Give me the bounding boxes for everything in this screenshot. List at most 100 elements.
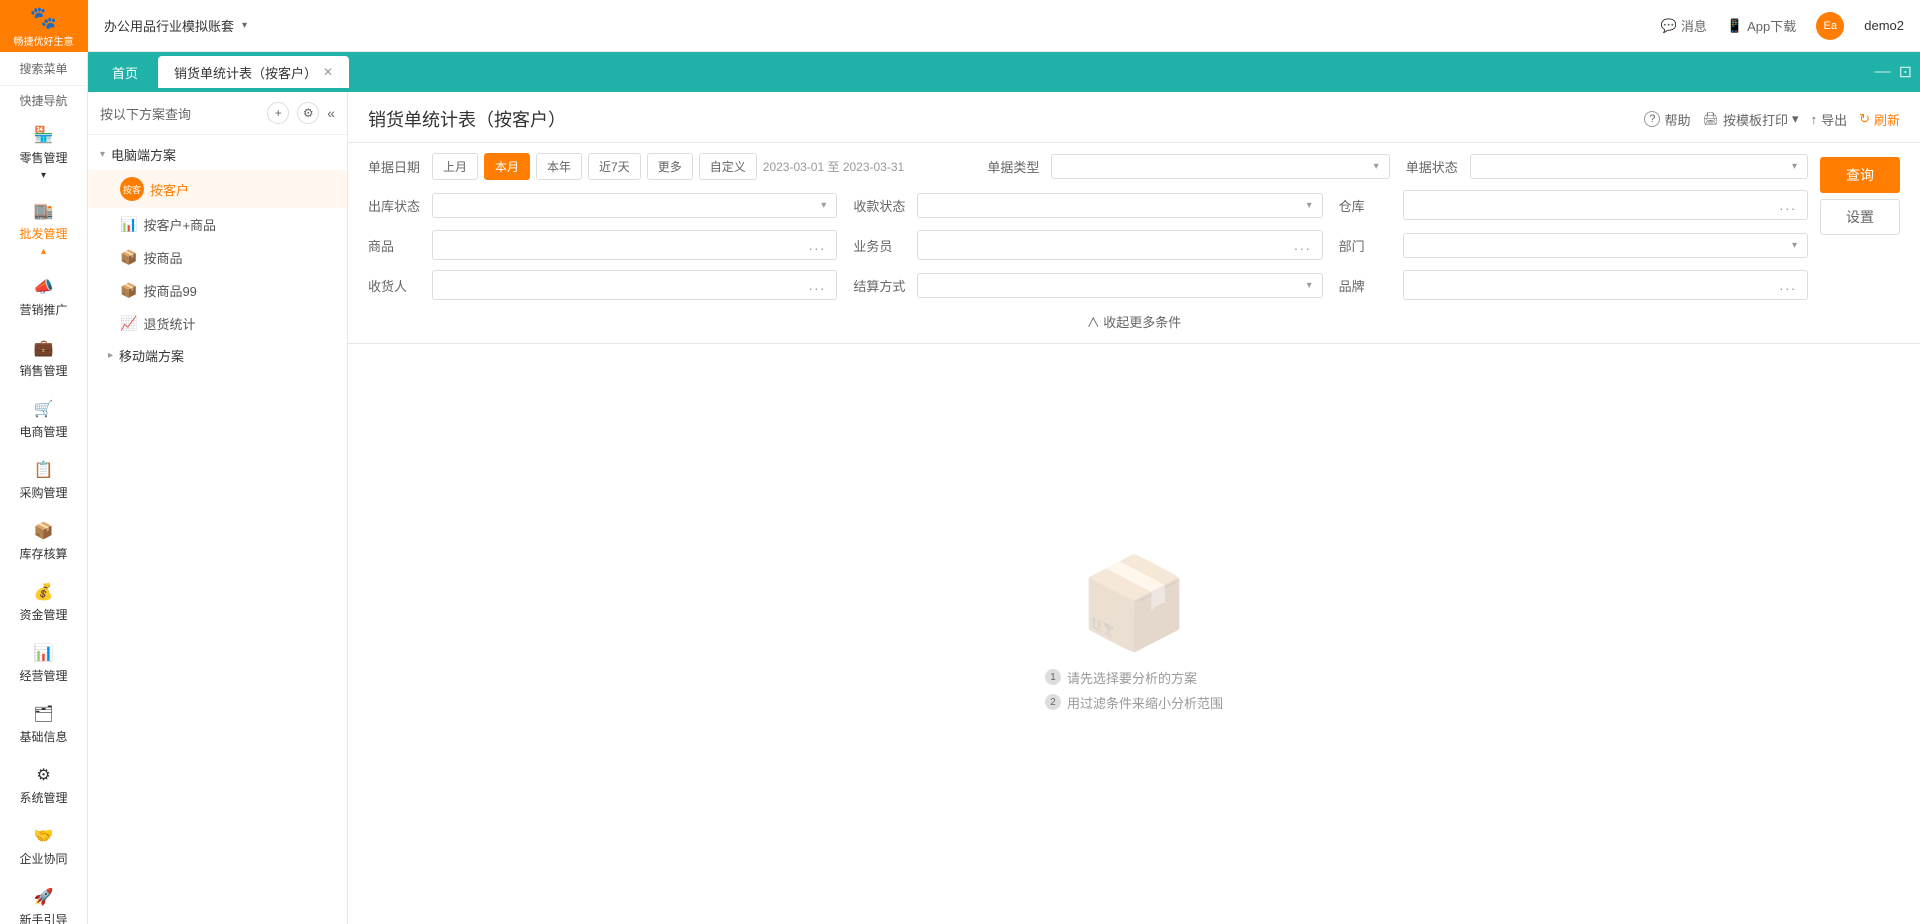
filter-row-2: 出库状态 ▾ 收款状态 ▾ — [368, 190, 1808, 220]
header-dropdown-arrow[interactable]: ▾ — [242, 20, 247, 31]
sidebar-item-purchase[interactable]: 📋 采购管理 — [0, 450, 88, 511]
retail-arrow: ▾ — [41, 170, 46, 181]
more-btn[interactable]: 更多 — [647, 153, 693, 180]
sidebar-item-wholesale[interactable]: 🏬 批发管理 ▴ — [0, 191, 88, 267]
left-panel: 按以下方案查询 + ⚙ « ▾ 电脑端方案 按客按客户 📊 按客户+商品 — [88, 92, 348, 924]
sidebar-item-finance[interactable]: 💰 资金管理 — [0, 572, 88, 633]
receiver-field: 收货人 ... — [368, 270, 837, 300]
sidebar-logo[interactable]: 🐾 畅捷优好生意 — [0, 0, 88, 52]
outbound-select[interactable]: ▾ — [432, 193, 837, 218]
tab-bar: 首页 销货单统计表（按客户） ✕ — ⊡ — [88, 52, 1920, 92]
warehouse-input[interactable]: ... — [1403, 190, 1808, 220]
operation-icon: 📊 — [34, 643, 54, 663]
tree-item-by-product[interactable]: 📦 按商品 — [88, 241, 347, 274]
help-label: 帮助 — [1664, 110, 1690, 129]
tree-item-return-stats-label: 退货统计 — [143, 314, 195, 333]
filter-row-3: 商品 ... 业务员 ... — [368, 230, 1808, 260]
doc-type-label: 单据类型 — [987, 157, 1043, 176]
marketing-icon: 📣 — [34, 277, 54, 297]
doc-status-select[interactable]: ▾ — [1470, 154, 1808, 179]
receipt-status-arrow: ▾ — [1307, 200, 1312, 211]
salesperson-field: 业务员 ... — [853, 230, 1322, 260]
app-title: 办公用品行业模拟账套 — [104, 16, 234, 35]
help-icon: ? — [1644, 111, 1660, 127]
sidebar-item-sales[interactable]: 💼 销售管理 — [0, 328, 88, 389]
last-month-btn[interactable]: 上月 — [432, 153, 478, 180]
sidebar-search[interactable]: 搜索菜单 — [0, 52, 88, 86]
right-panel: 销货单统计表（按客户） ? 帮助 🖨 按模板打印 ▾ ↑ 导出 — [348, 92, 1920, 924]
sidebar-item-inventory[interactable]: 📦 库存核算 — [0, 511, 88, 572]
sidebar-item-enterprise[interactable]: 🤝 企业协同 — [0, 816, 88, 877]
tab-home-label: 首页 — [112, 63, 138, 82]
minimize-btn[interactable]: — — [1875, 63, 1891, 81]
sidebar-nav[interactable]: 快捷导航 — [0, 86, 88, 115]
salesperson-label: 业务员 — [853, 236, 909, 255]
warehouse-field: 仓库 ... — [1339, 190, 1808, 220]
tree-group-mobile[interactable]: ▸ 移动端方案 — [88, 340, 347, 371]
query-button[interactable]: 查询 — [1820, 157, 1900, 193]
sidebar-item-system[interactable]: ⚙ 系统管理 — [0, 755, 88, 816]
doc-type-select[interactable]: ▾ — [1051, 154, 1389, 179]
receipt-status-field: 收款状态 ▾ — [853, 193, 1322, 218]
tree-group-mobile-label: 移动端方案 — [119, 346, 184, 365]
print-arrow: ▾ — [1792, 111, 1799, 127]
sidebar-item-basic[interactable]: 🗂 基础信息 — [0, 694, 88, 755]
collapse-more-btn[interactable]: ∧ 收起更多条件 — [1075, 308, 1194, 335]
return-stats-icon: 📈 — [120, 315, 137, 332]
tree-item-by-customer-product[interactable]: 📊 按客户+商品 — [88, 208, 347, 241]
empty-steps: 1 请先选择要分析的方案 2 用过滤条件来缩小分析范围 — [1045, 668, 1223, 718]
this-month-btn[interactable]: 本月 — [484, 153, 530, 180]
settlement-select[interactable]: ▾ — [917, 273, 1322, 298]
brand-input[interactable]: ... — [1403, 270, 1808, 300]
dept-label: 部门 — [1339, 236, 1395, 255]
tab-home[interactable]: 首页 — [96, 56, 154, 88]
last-7-btn[interactable]: 近7天 — [588, 153, 641, 180]
print-btn[interactable]: 🖨 按模板打印 ▾ — [1703, 110, 1799, 129]
content-area: 按以下方案查询 + ⚙ « ▾ 电脑端方案 按客按客户 📊 按客户+商品 — [88, 92, 1920, 924]
newbie-icon: 🚀 — [34, 887, 54, 907]
customer-product-icon: 📊 — [120, 216, 137, 233]
tree-group-mobile-arrow: ▸ — [108, 350, 113, 361]
add-scheme-btn[interactable]: + — [267, 102, 289, 124]
left-panel-actions: + ⚙ « — [267, 102, 335, 124]
close-tab-icon[interactable]: ✕ — [323, 65, 333, 79]
user-avatar[interactable]: Ea — [1816, 12, 1844, 40]
wholesale-icon: 🏬 — [34, 201, 54, 221]
tree-item-by-customer[interactable]: 按客按客户 — [88, 170, 347, 208]
warehouse-label: 仓库 — [1339, 196, 1395, 215]
salesperson-input[interactable]: ... — [917, 230, 1322, 260]
outbound-arrow: ▾ — [821, 200, 826, 211]
receiver-input[interactable]: ... — [432, 270, 837, 300]
expand-btn[interactable]: ⊡ — [1899, 62, 1912, 82]
help-btn[interactable]: ? 帮助 — [1644, 110, 1690, 129]
sidebar-item-marketing[interactable]: 📣 营销推广 — [0, 267, 88, 328]
tree-item-return-stats[interactable]: 📈 退货统计 — [88, 307, 347, 340]
sidebar-item-retail[interactable]: 🏪 零售管理 ▾ — [0, 115, 88, 191]
sidebar-item-ecommerce[interactable]: 🛒 电商管理 — [0, 389, 88, 450]
collapse-panel-btn[interactable]: « — [327, 105, 335, 121]
app-label: App下载 — [1747, 16, 1796, 35]
export-btn[interactable]: ↑ 导出 — [1811, 110, 1848, 129]
tab-sales-stats[interactable]: 销货单统计表（按客户） ✕ — [158, 56, 349, 88]
message-action[interactable]: 💬 消息 — [1661, 16, 1707, 35]
refresh-btn[interactable]: ↻ 刷新 — [1859, 110, 1900, 129]
step-num-1: 1 — [1045, 669, 1061, 685]
warehouse-dots: ... — [1779, 197, 1797, 213]
tree-group-pc-arrow: ▾ — [100, 149, 105, 160]
product-input[interactable]: ... — [432, 230, 837, 260]
tree-item-by-product99[interactable]: 📦 按商品99 — [88, 274, 347, 307]
this-year-btn[interactable]: 本年 — [536, 153, 582, 180]
settings-button[interactable]: 设置 — [1820, 199, 1900, 235]
receipt-status-select[interactable]: ▾ — [917, 193, 1322, 218]
sidebar-item-operation[interactable]: 📊 经营管理 — [0, 633, 88, 694]
doc-type-arrow: ▾ — [1374, 161, 1379, 172]
app-download-action[interactable]: 📱 App下载 — [1727, 16, 1796, 35]
settlement-label: 结算方式 — [853, 276, 909, 295]
export-label: 导出 — [1821, 110, 1847, 129]
settings-scheme-btn[interactable]: ⚙ — [297, 102, 319, 124]
dept-select[interactable]: ▾ — [1403, 233, 1808, 258]
sidebar-item-label: 批发管理 — [19, 225, 67, 242]
custom-btn[interactable]: 自定义 — [699, 153, 757, 180]
sidebar-item-newbie[interactable]: 🚀 新手引导 — [0, 877, 88, 924]
tree-group-pc[interactable]: ▾ 电脑端方案 — [88, 139, 347, 170]
